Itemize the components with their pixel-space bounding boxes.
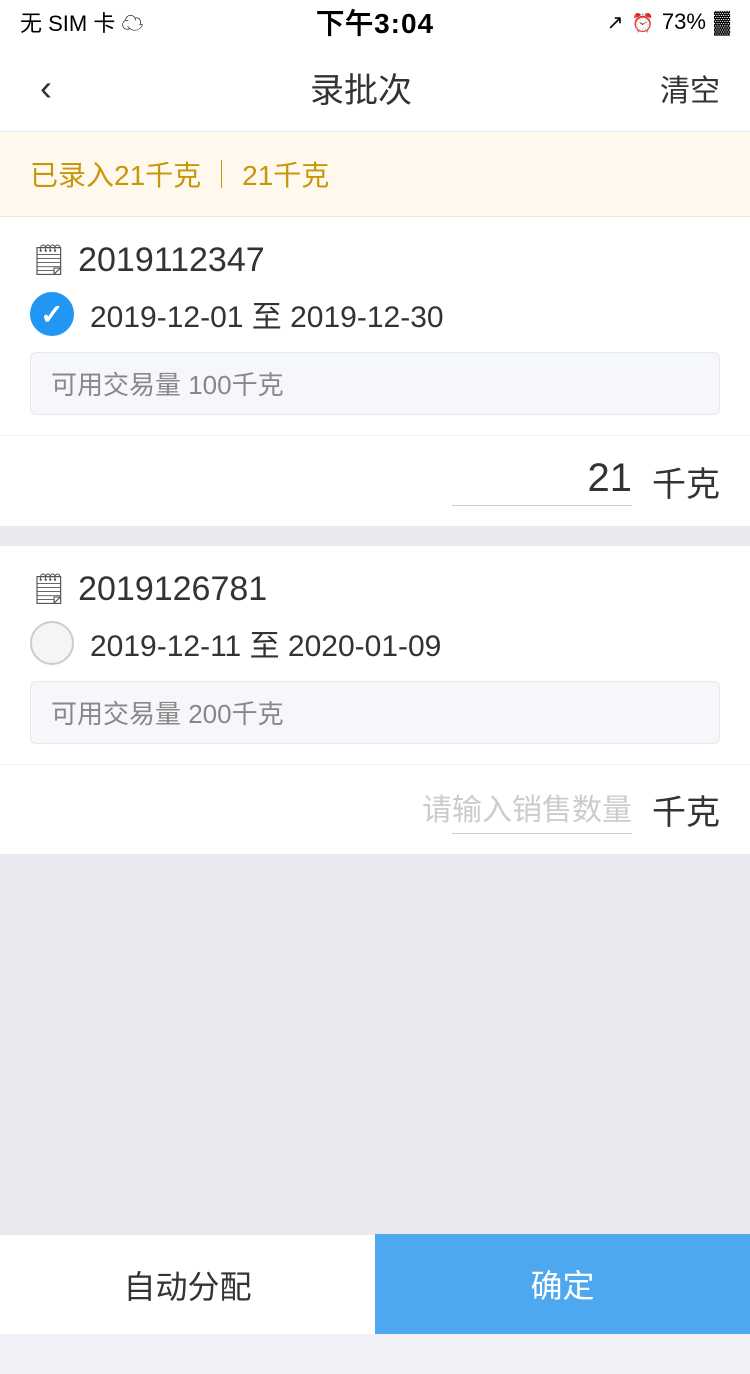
status-time: 下午3:04 bbox=[316, 2, 434, 42]
status-right: 73% ▓ bbox=[607, 9, 730, 35]
batch-date-2: 2019-12-11 至 2020-01-09 bbox=[90, 621, 441, 665]
batch-date-1: 2019-12-01 至 2019-12-30 bbox=[90, 292, 444, 336]
radio-2[interactable] bbox=[30, 621, 74, 665]
info-banner: 已录入21千克 21千克 bbox=[0, 132, 750, 217]
batch-id-row-1: 🗒 2019112347 bbox=[30, 241, 720, 280]
battery-label: 73% bbox=[662, 9, 706, 35]
batch-date-row-2[interactable]: 2019-12-11 至 2020-01-09 bbox=[30, 621, 720, 665]
batch-item-1: 🗒 2019112347 ✓ 2019-12-01 至 2019-12-30 可… bbox=[0, 217, 750, 526]
doc-icon-1: 🗒 bbox=[30, 243, 68, 278]
confirm-button[interactable]: 确定 bbox=[375, 1234, 750, 1334]
quantity-underline-1 bbox=[452, 505, 632, 506]
quantity-input-wrap-1: 21 bbox=[452, 456, 632, 506]
available-tag-2: 可用交易量 200千克 bbox=[30, 681, 720, 744]
quantity-value-1[interactable]: 21 bbox=[552, 456, 632, 501]
recorded-amount: 已录入21千克 bbox=[30, 154, 201, 194]
quantity-input-wrap-2: 请输入销售数量 bbox=[422, 785, 632, 834]
section-divider bbox=[0, 526, 750, 546]
bottom-area bbox=[0, 854, 750, 1274]
status-bar: 无 SIM 卡 ☁ 下午3:04 73% ▓ bbox=[0, 0, 750, 44]
batch-id-1: 2019112347 bbox=[78, 241, 265, 280]
quantity-row-2: 请输入销售数量 千克 bbox=[0, 764, 750, 854]
batch-item-2: 🗒 2019126781 2019-12-11 至 2020-01-09 可用交… bbox=[0, 546, 750, 854]
quantity-unit-1: 千克 bbox=[652, 457, 720, 506]
batch-id-2: 2019126781 bbox=[78, 570, 267, 609]
nav-bar: ‹ 录批次 清空 bbox=[0, 44, 750, 132]
banner-divider bbox=[221, 160, 222, 188]
back-button[interactable]: ‹ bbox=[30, 57, 62, 119]
footer: 自动分配 确定 bbox=[0, 1234, 750, 1334]
confirm-label: 确定 bbox=[530, 1261, 594, 1307]
page-title: 录批次 bbox=[310, 63, 412, 112]
sim-label: 无 SIM 卡 ☁ bbox=[20, 6, 143, 38]
check-icon-1: ✓ bbox=[40, 298, 63, 331]
batch-id-row-2: 🗒 2019126781 bbox=[30, 570, 720, 609]
clear-button[interactable]: 清空 bbox=[660, 66, 720, 110]
batch-date-row-1[interactable]: ✓ 2019-12-01 至 2019-12-30 bbox=[30, 292, 720, 336]
quantity-row-1: 21 千克 bbox=[0, 435, 750, 526]
quantity-unit-2: 千克 bbox=[652, 785, 720, 834]
battery-icon: ▓ bbox=[714, 9, 730, 35]
quantity-placeholder-2[interactable]: 请输入销售数量 bbox=[422, 785, 632, 829]
alarm-icon bbox=[631, 9, 653, 35]
auto-distribute-button[interactable]: 自动分配 bbox=[0, 1234, 375, 1334]
total-amount: 21千克 bbox=[242, 154, 329, 194]
status-left: 无 SIM 卡 ☁ bbox=[20, 6, 143, 38]
radio-1[interactable]: ✓ bbox=[30, 292, 74, 336]
location-icon bbox=[607, 9, 624, 35]
auto-distribute-label: 自动分配 bbox=[123, 1262, 251, 1308]
available-tag-1: 可用交易量 100千克 bbox=[30, 352, 720, 415]
doc-icon-2: 🗒 bbox=[30, 572, 68, 607]
quantity-underline-2 bbox=[452, 833, 632, 834]
